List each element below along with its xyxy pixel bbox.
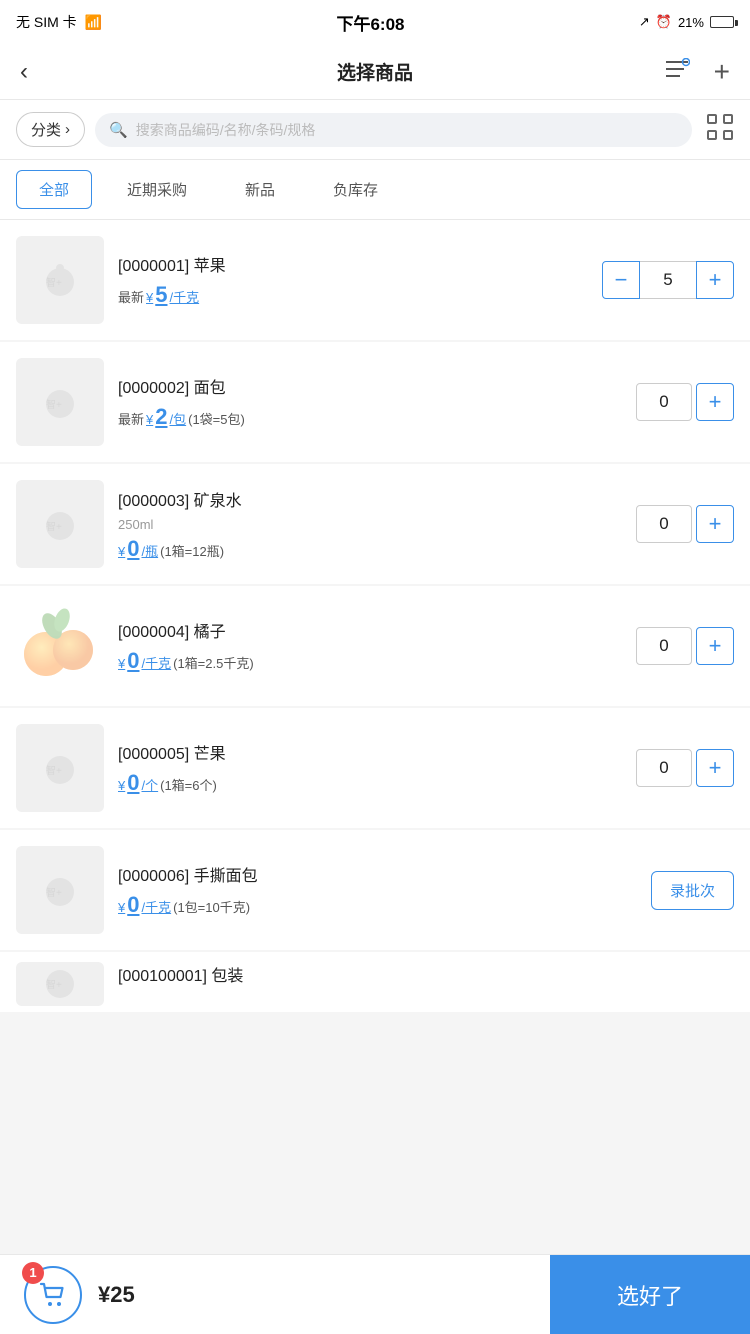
product-info: [0000004] 橘子 ¥ 0 /千克 (1箱=2.5千克) bbox=[118, 618, 622, 674]
filter-button[interactable] bbox=[664, 58, 690, 86]
product-price: 最新 ¥ 5 /千克 bbox=[118, 282, 588, 308]
qty-input[interactable] bbox=[636, 505, 692, 543]
table-row: 智+ [0000006] 手撕面包 ¥ 0 /千克 (1包=10千克) 录批次 bbox=[0, 830, 750, 950]
svg-text:智+: 智+ bbox=[46, 520, 62, 533]
category-chevron: › bbox=[65, 121, 70, 138]
tab-new[interactable]: 新品 bbox=[222, 170, 298, 209]
product-info: [0000003] 矿泉水 250ml ¥ 0 /瓶 (1箱=12瓶) bbox=[118, 487, 622, 562]
product-name: [000100001] 包装 bbox=[118, 962, 734, 986]
confirm-button[interactable]: 选好了 bbox=[550, 1255, 750, 1334]
product-name: [0000005] 芒果 bbox=[118, 740, 622, 764]
qty-input[interactable] bbox=[636, 383, 692, 421]
product-thumbnail: 智+ bbox=[16, 358, 104, 446]
product-name: [0000006] 手撕面包 bbox=[118, 862, 637, 886]
qty-plus-button[interactable]: + bbox=[696, 749, 734, 787]
quantity-control: + bbox=[636, 383, 734, 421]
battery-text: 21% bbox=[678, 15, 704, 30]
table-row: 智+ [0000002] 面包 最新 ¥ 2 /包 (1袋=5包) + bbox=[0, 342, 750, 462]
tab-negative[interactable]: 负库存 bbox=[310, 170, 401, 209]
quantity-control: + bbox=[636, 627, 734, 665]
tab-recent[interactable]: 近期采购 bbox=[104, 170, 210, 209]
status-left: 无 SIM 卡 📶 bbox=[16, 12, 102, 32]
product-price: ¥ 0 /千克 (1包=10千克) bbox=[118, 892, 637, 918]
product-info: [0000001] 苹果 最新 ¥ 5 /千克 bbox=[118, 252, 588, 308]
back-button[interactable]: ‹ bbox=[20, 58, 28, 86]
product-price: ¥ 0 /瓶 (1箱=12瓶) bbox=[118, 536, 622, 562]
alarm-icon: ⏰ bbox=[656, 14, 672, 30]
product-thumbnail: 智+ bbox=[16, 724, 104, 812]
location-icon: ↗ bbox=[639, 14, 650, 30]
svg-text:智+: 智+ bbox=[46, 276, 62, 289]
product-thumbnail: 智+ bbox=[16, 962, 104, 1006]
product-info: [0000002] 面包 最新 ¥ 2 /包 (1袋=5包) bbox=[118, 374, 622, 430]
qty-input[interactable] bbox=[636, 749, 692, 787]
product-info: [0000005] 芒果 ¥ 0 /个 (1箱=6个) bbox=[118, 740, 622, 796]
table-row: [0000004] 橘子 ¥ 0 /千克 (1箱=2.5千克) + bbox=[0, 586, 750, 706]
product-name: [0000002] 面包 bbox=[118, 374, 622, 398]
quantity-control: + bbox=[636, 749, 734, 787]
product-price: ¥ 0 /个 (1箱=6个) bbox=[118, 770, 622, 796]
product-thumbnail: 智+ bbox=[16, 846, 104, 934]
status-bar: 无 SIM 卡 📶 下午6:08 ↗ ⏰ 21% bbox=[0, 0, 750, 44]
cart-button[interactable]: 1 bbox=[24, 1266, 82, 1324]
status-time: 下午6:08 bbox=[336, 10, 404, 35]
search-box[interactable]: 🔍 搜索商品编码/名称/条码/规格 bbox=[95, 113, 692, 147]
cart-badge: 1 bbox=[22, 1262, 44, 1284]
product-price: ¥ 0 /千克 (1箱=2.5千克) bbox=[118, 648, 622, 674]
qty-plus-button[interactable]: + bbox=[696, 505, 734, 543]
product-thumbnail: 智+ bbox=[16, 236, 104, 324]
add-button[interactable]: + bbox=[714, 56, 730, 88]
qty-plus-button[interactable]: + bbox=[696, 383, 734, 421]
wifi-icon: 📶 bbox=[85, 14, 102, 31]
batch-button[interactable]: 录批次 bbox=[651, 871, 734, 910]
qty-plus-button[interactable]: + bbox=[696, 261, 734, 299]
table-row: 智+ [0000005] 芒果 ¥ 0 /个 (1箱=6个) + bbox=[0, 708, 750, 828]
product-info: [0000006] 手撕面包 ¥ 0 /千克 (1包=10千克) bbox=[118, 862, 637, 918]
nav-bar: ‹ 选择商品 + bbox=[0, 44, 750, 100]
search-icon: 🔍 bbox=[109, 121, 128, 139]
page-title: 选择商品 bbox=[337, 58, 413, 85]
quantity-control: − + bbox=[602, 261, 734, 299]
category-button[interactable]: 分类 › bbox=[16, 112, 85, 147]
table-row: 智+ [0000003] 矿泉水 250ml ¥ 0 /瓶 (1箱=12瓶) + bbox=[0, 464, 750, 584]
svg-text:智+: 智+ bbox=[46, 398, 62, 411]
product-list: 智+ [0000001] 苹果 最新 ¥ 5 /千克 − + 智+ bbox=[0, 220, 750, 1098]
bottom-bar: 1 ¥25 选好了 bbox=[0, 1254, 750, 1334]
table-row: 智+ [0000001] 苹果 最新 ¥ 5 /千克 − + bbox=[0, 220, 750, 340]
table-row: 智+ [000100001] 包装 bbox=[0, 952, 750, 1012]
product-thumbnail bbox=[16, 602, 104, 690]
scan-icon[interactable] bbox=[706, 113, 734, 147]
tab-all[interactable]: 全部 bbox=[16, 170, 92, 209]
carrier-text: 无 SIM 卡 bbox=[16, 12, 77, 32]
search-placeholder: 搜索商品编码/名称/条码/规格 bbox=[136, 120, 678, 140]
product-name: [0000001] 苹果 bbox=[118, 252, 588, 276]
product-price: 最新 ¥ 2 /包 (1袋=5包) bbox=[118, 404, 622, 430]
svg-text:智+: 智+ bbox=[46, 978, 62, 991]
svg-text:智+: 智+ bbox=[46, 886, 62, 899]
cart-total: ¥25 bbox=[98, 1282, 550, 1308]
product-info: [000100001] 包装 bbox=[118, 962, 734, 992]
filter-bar: 分类 › 🔍 搜索商品编码/名称/条码/规格 bbox=[0, 100, 750, 160]
status-right: ↗ ⏰ 21% bbox=[639, 14, 734, 30]
qty-input[interactable] bbox=[640, 261, 696, 299]
tab-bar: 全部 近期采购 新品 负库存 bbox=[0, 160, 750, 220]
qty-plus-button[interactable]: + bbox=[696, 627, 734, 665]
product-name: [0000004] 橘子 bbox=[118, 618, 622, 642]
product-name: [0000003] 矿泉水 bbox=[118, 487, 622, 511]
category-label: 分类 bbox=[31, 119, 61, 140]
quantity-control: + bbox=[636, 505, 734, 543]
battery-icon bbox=[710, 16, 734, 28]
qty-input[interactable] bbox=[636, 627, 692, 665]
svg-text:智+: 智+ bbox=[46, 764, 62, 777]
product-spec: 250ml bbox=[118, 517, 622, 532]
nav-actions: + bbox=[664, 56, 730, 88]
qty-minus-button[interactable]: − bbox=[602, 261, 640, 299]
product-thumbnail: 智+ bbox=[16, 480, 104, 568]
